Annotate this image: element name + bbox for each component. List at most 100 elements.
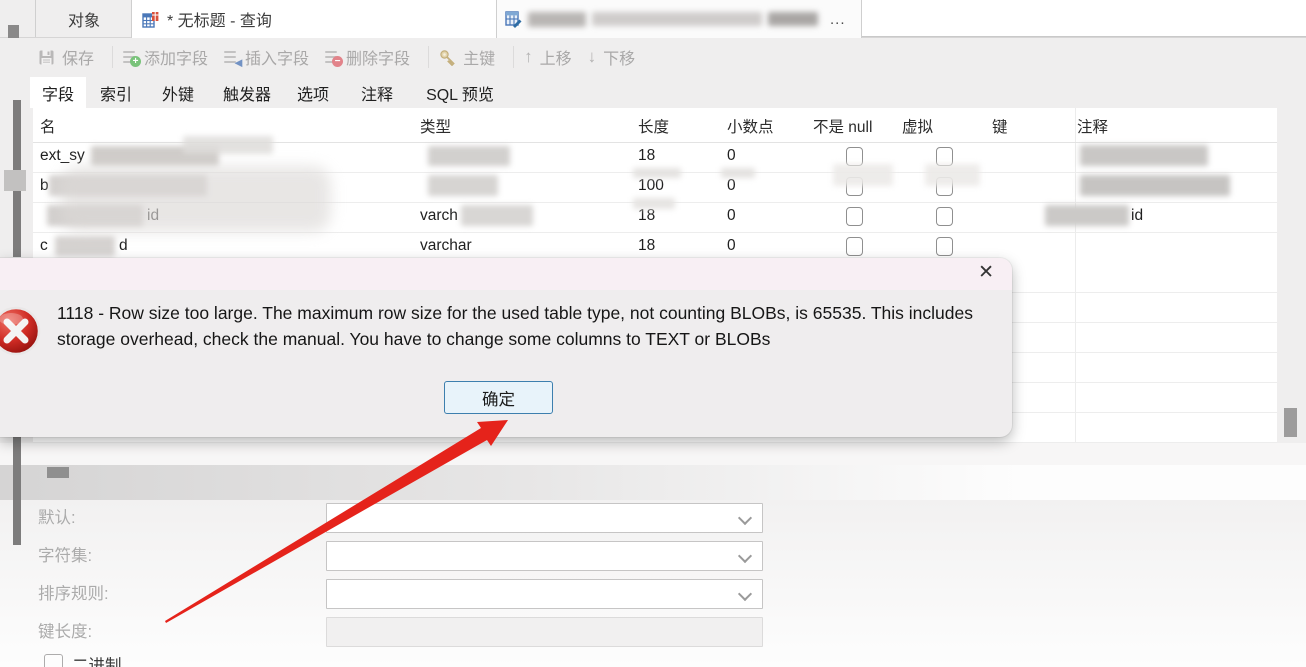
field-name: ext_sy	[40, 147, 85, 164]
col-virtual: 虚拟	[902, 119, 934, 136]
arrow-down-icon: ↓	[587, 47, 597, 66]
panel-shadow-band	[0, 465, 1306, 500]
col-name: 名	[40, 119, 56, 136]
col-not-null: 不是 null	[813, 119, 873, 136]
key-icon	[440, 49, 455, 66]
not-null-checkbox[interactable]	[846, 207, 863, 226]
key-length-label: 键长度:	[38, 623, 93, 641]
redacted-text	[461, 205, 533, 226]
tab-triggers[interactable]: 触发器	[210, 77, 284, 108]
binary-label: 二进制	[72, 657, 122, 667]
primary-key-button[interactable]: 主键	[439, 45, 495, 69]
insert-field-icon: ◄	[224, 50, 245, 69]
redacted-text	[428, 175, 498, 196]
primary-key-label: 主键	[463, 51, 496, 68]
redacted-text	[592, 12, 762, 26]
default-combobox[interactable]	[326, 503, 763, 533]
field-properties-form: 默认: 字符集: 排序规则: 键长度: 二进制	[0, 500, 1306, 667]
field-type: varchar	[420, 237, 472, 254]
delete-field-button[interactable]: − 删除字段	[325, 45, 410, 69]
ok-button[interactable]: 确定	[444, 381, 553, 414]
field-name-fragment: d	[119, 237, 128, 254]
field-length: 18	[638, 237, 656, 254]
redacted-text	[528, 11, 586, 27]
field-length: 18	[638, 207, 656, 224]
add-field-label: 添加字段	[144, 51, 209, 68]
redacted-text	[633, 168, 681, 178]
field-decimal: 0	[727, 207, 736, 224]
not-null-checkbox[interactable]	[846, 237, 863, 256]
delete-field-label: 删除字段	[346, 51, 411, 68]
col-length: 长度	[638, 119, 670, 136]
binary-checkbox[interactable]	[44, 654, 63, 667]
tab-indexes[interactable]: 索引	[86, 77, 146, 108]
virtual-checkbox[interactable]	[936, 237, 953, 256]
toolbar-separator	[513, 46, 515, 68]
top-right-panel	[862, 0, 1306, 37]
error-dialog: ✕ 1118 - Row size too large. The maximum…	[0, 258, 1012, 437]
col-comment: 注释	[1077, 119, 1109, 136]
move-down-button[interactable]: ↓ 下移	[588, 45, 636, 69]
tab-table-ellipsis: ...	[830, 10, 846, 28]
field-type: varch	[420, 207, 458, 224]
field-decimal: 0	[727, 237, 736, 254]
virtual-checkbox[interactable]	[936, 207, 953, 226]
document-tabbar: 对象 * 无标题 - 查询 ...	[0, 0, 1306, 38]
default-row: 默认:	[0, 503, 1306, 533]
toolbar-separator	[428, 46, 430, 68]
move-up-button[interactable]: ↑ 上移	[524, 45, 572, 69]
collation-combobox[interactable]	[326, 579, 763, 609]
redacted-text	[721, 168, 755, 178]
col-key: 键	[992, 119, 1008, 136]
ok-button-label: 确定	[482, 390, 515, 409]
redacted-text	[833, 164, 893, 186]
redacted-text	[55, 236, 115, 256]
tab-sql-preview[interactable]: SQL 预览	[412, 77, 508, 108]
splitter-grip[interactable]	[47, 467, 69, 478]
add-field-icon: +	[123, 50, 142, 67]
field-length: 100	[638, 177, 664, 194]
redacted-smudge	[61, 166, 331, 232]
error-message: 1118 - Row size too large. The maximum r…	[57, 303, 973, 349]
charset-label: 字符集:	[38, 547, 93, 565]
tab-table-designer[interactable]: ...	[497, 0, 862, 38]
close-icon[interactable]: ✕	[978, 263, 994, 283]
save-button[interactable]: 保存	[38, 45, 94, 69]
error-dialog-titlebar: ✕	[0, 258, 1012, 290]
redacted-text	[428, 146, 510, 166]
field-decimal: 0	[727, 147, 736, 164]
error-icon	[0, 306, 41, 356]
tab-untitled-query-label: * 无标题 - 查询	[167, 13, 272, 30]
chevron-down-icon	[737, 586, 753, 602]
chevron-down-icon	[737, 510, 753, 526]
charset-row: 字符集:	[0, 541, 1306, 571]
insert-field-button[interactable]: ◄ 插入字段	[224, 45, 309, 69]
tab-objects[interactable]: 对象	[35, 0, 132, 37]
field-decimal: 0	[727, 177, 736, 194]
tab-untitled-query[interactable]: * 无标题 - 查询	[131, 0, 497, 38]
save-icon	[39, 50, 54, 64]
tab-options[interactable]: 选项	[284, 77, 342, 108]
tab-fields[interactable]: 字段	[30, 77, 86, 108]
redacted-text	[183, 136, 273, 154]
left-scrollbar-thumb[interactable]	[4, 170, 26, 191]
right-scrollbar-thumb[interactable]	[1284, 408, 1297, 437]
col-decimal: 小数点	[727, 119, 774, 136]
delete-field-icon: −	[325, 50, 344, 67]
redacted-text	[925, 164, 980, 186]
tab-foreign-keys[interactable]: 外键	[146, 77, 210, 108]
field-name: c	[40, 237, 48, 254]
table-query-icon	[142, 11, 159, 28]
tab-comment[interactable]: 注释	[342, 77, 412, 108]
app-window: 对象 * 无标题 - 查询 ... 保存 + 添加字段 ◄ 插入字段 − 删除字…	[0, 0, 1306, 667]
key-length-row: 键长度:	[0, 617, 1306, 647]
key-length-input[interactable]	[326, 617, 763, 647]
save-label: 保存	[62, 51, 95, 68]
add-field-button[interactable]: + 添加字段	[123, 45, 208, 69]
move-down-label: 下移	[603, 51, 636, 68]
left-scrollbar-track[interactable]	[13, 437, 21, 545]
field-comment-fragment: id	[1131, 207, 1144, 224]
charset-combobox[interactable]	[326, 541, 763, 571]
redacted-text	[1045, 205, 1129, 226]
redacted-text	[1080, 175, 1230, 196]
